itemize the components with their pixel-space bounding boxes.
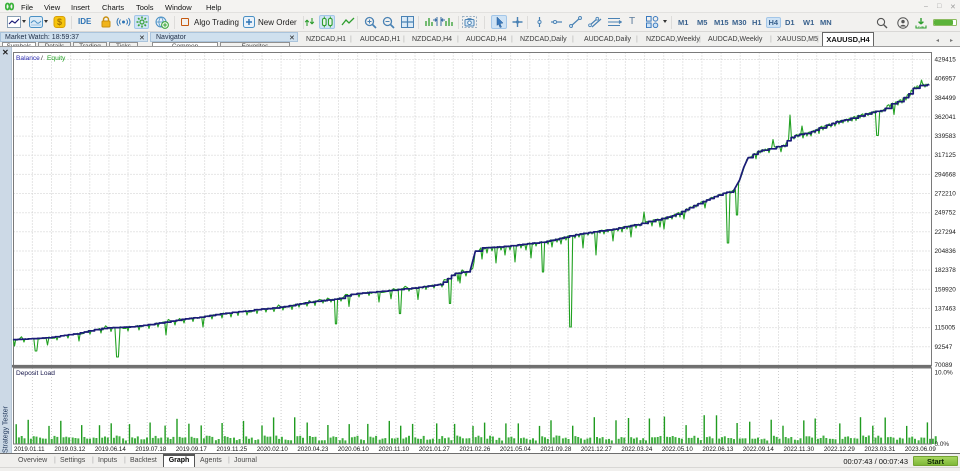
svg-text:Balance: Balance xyxy=(16,55,40,62)
svg-text:0.0%: 0.0% xyxy=(935,441,950,448)
svg-text:339583: 339583 xyxy=(935,133,957,140)
svg-text:2021.05.04: 2021.05.04 xyxy=(500,446,532,453)
svg-text:10.0%: 10.0% xyxy=(935,370,953,377)
svg-text:2021.09.28: 2021.09.28 xyxy=(540,446,572,453)
svg-text:2022.11.30: 2022.11.30 xyxy=(784,446,815,453)
svg-text:Deposit Load: Deposit Load xyxy=(16,370,55,377)
svg-text:115005: 115005 xyxy=(935,325,956,332)
svg-text:2022.09.14: 2022.09.14 xyxy=(743,446,775,453)
svg-text:2022.05.10: 2022.05.10 xyxy=(662,446,694,453)
svg-text:Equity: Equity xyxy=(47,55,66,62)
svg-text:2020.11.10: 2020.11.10 xyxy=(379,446,410,453)
svg-text:2022.12.29: 2022.12.29 xyxy=(824,446,856,453)
svg-text:2021.02.26: 2021.02.26 xyxy=(459,446,491,453)
svg-text:2021.01.27: 2021.01.27 xyxy=(419,446,451,453)
svg-text:2022.06.13: 2022.06.13 xyxy=(702,446,734,453)
svg-text:249752: 249752 xyxy=(935,210,957,217)
svg-text:$: $ xyxy=(57,17,62,27)
svg-text:227294: 227294 xyxy=(935,229,957,236)
svg-text:2019.06.14: 2019.06.14 xyxy=(95,446,127,453)
svg-text:/: / xyxy=(41,55,43,62)
svg-text:294668: 294668 xyxy=(935,171,957,178)
svg-text:2019.01.11: 2019.01.11 xyxy=(14,446,45,453)
svg-text:92547: 92547 xyxy=(935,344,953,351)
svg-text:2019.09.17: 2019.09.17 xyxy=(176,446,208,453)
svg-text:362041: 362041 xyxy=(935,114,957,121)
svg-text:384499: 384499 xyxy=(935,95,957,102)
svg-text:159920: 159920 xyxy=(935,286,957,293)
svg-text:182378: 182378 xyxy=(935,267,957,274)
svg-text:137463: 137463 xyxy=(935,305,957,312)
svg-text:2019.03.12: 2019.03.12 xyxy=(54,446,86,453)
svg-text:2020.04.23: 2020.04.23 xyxy=(297,446,329,453)
svg-text:LVE: LVE xyxy=(918,25,925,29)
svg-text:272210: 272210 xyxy=(935,191,957,198)
svg-text:429415: 429415 xyxy=(935,57,957,64)
svg-text:2019.07.18: 2019.07.18 xyxy=(135,446,167,453)
svg-text:2019.11.25: 2019.11.25 xyxy=(217,446,248,453)
svg-text:2021.12.27: 2021.12.27 xyxy=(581,446,613,453)
svg-text:406957: 406957 xyxy=(935,76,957,83)
svg-text:317125: 317125 xyxy=(935,152,957,159)
svg-text:2020.06.10: 2020.06.10 xyxy=(338,446,370,453)
svg-text:2022.03.24: 2022.03.24 xyxy=(621,446,653,453)
svg-text:2023.03.31: 2023.03.31 xyxy=(864,446,896,453)
svg-text:2020.02.10: 2020.02.10 xyxy=(257,446,289,453)
svg-text:204836: 204836 xyxy=(935,248,957,255)
svg-text:70089: 70089 xyxy=(935,362,953,369)
svg-text:2023.06.09: 2023.06.09 xyxy=(905,446,937,453)
